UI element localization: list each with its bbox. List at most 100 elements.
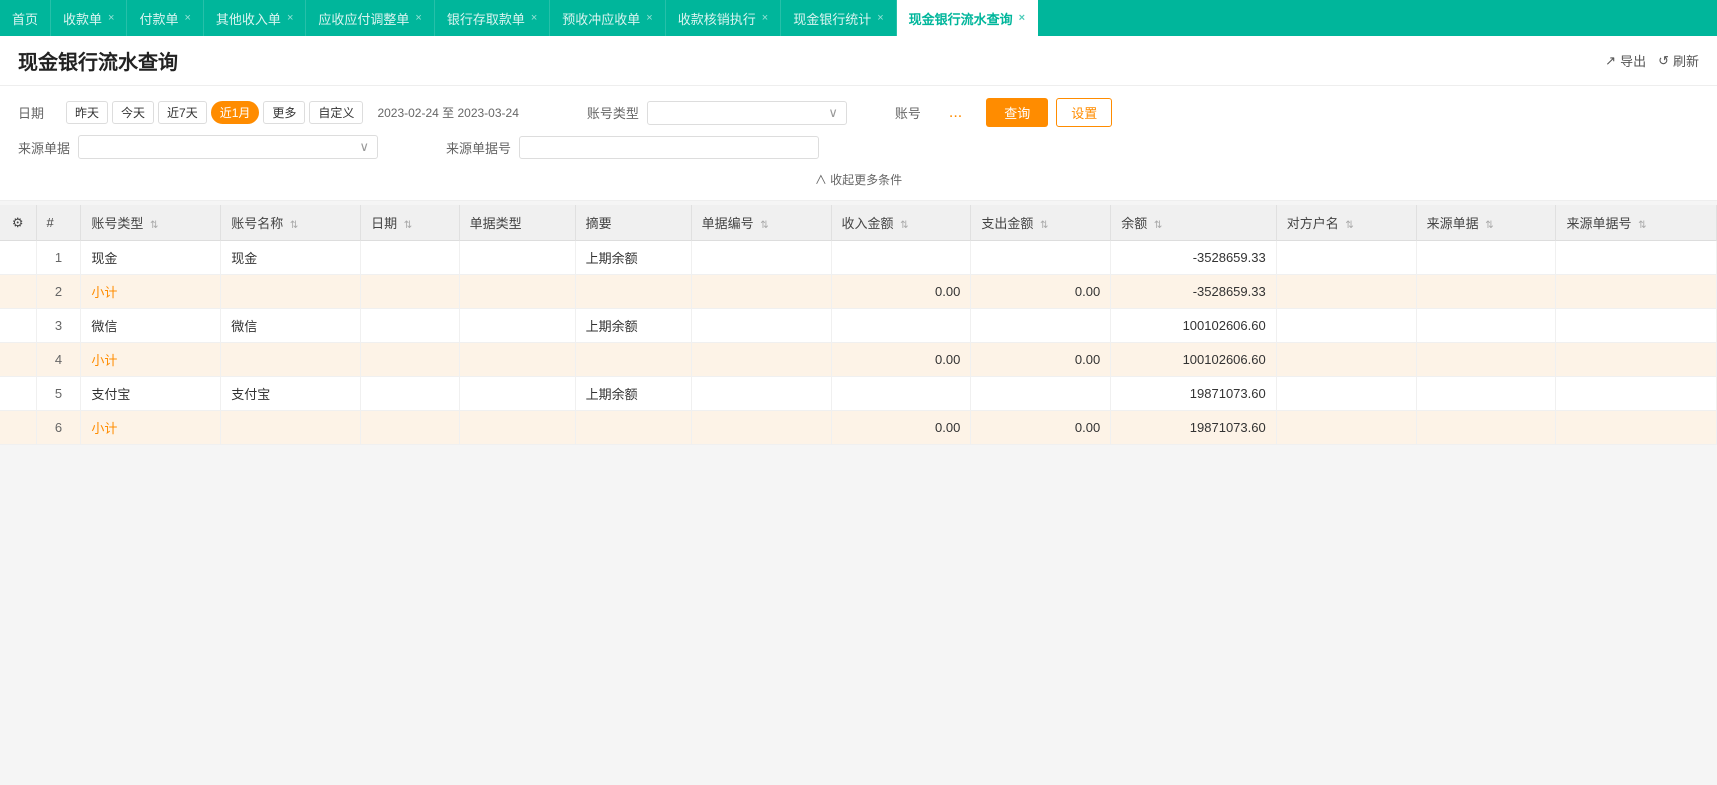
nav-tab-receipt[interactable]: 收款单 × bbox=[51, 0, 127, 36]
account-dots-button[interactable]: ... bbox=[949, 104, 962, 122]
cell-date bbox=[361, 241, 460, 275]
cell-account-type: 支付宝 bbox=[81, 377, 221, 411]
cell-doc-no bbox=[691, 377, 831, 411]
nav-tab-home[interactable]: 首页 bbox=[0, 0, 51, 36]
cell-summary: 上期余额 bbox=[575, 241, 691, 275]
column-income[interactable]: 收入金额 ⇅ bbox=[831, 205, 971, 241]
close-icon[interactable]: × bbox=[287, 12, 293, 24]
cell-income bbox=[831, 309, 971, 343]
sort-icon: ⇅ bbox=[900, 220, 908, 231]
chevron-down-icon: ∨ bbox=[828, 105, 838, 121]
sort-icon: ⇅ bbox=[1345, 220, 1353, 231]
column-counterpart[interactable]: 对方户名 ⇅ bbox=[1276, 205, 1416, 241]
cell-balance: 100102606.60 bbox=[1111, 343, 1277, 377]
close-icon[interactable]: × bbox=[415, 12, 421, 24]
column-date[interactable]: 日期 ⇅ bbox=[361, 205, 460, 241]
column-source-doc-no[interactable]: 来源单据号 ⇅ bbox=[1556, 205, 1717, 241]
cell-income: 0.00 bbox=[831, 411, 971, 445]
cell-balance: 19871073.60 bbox=[1111, 411, 1277, 445]
cell-num: 5 bbox=[36, 377, 81, 411]
cell-source-doc-no bbox=[1556, 377, 1717, 411]
cell-doc-no bbox=[691, 411, 831, 445]
nav-tab-bank-deposit[interactable]: 银行存取款单 × bbox=[435, 0, 550, 36]
data-table-container: ⚙ # 账号类型 ⇅ 账号名称 ⇅ 日期 ⇅ 单据类型 摘要 单据编号 ⇅ 收入… bbox=[0, 205, 1717, 445]
source-doc-no-label: 来源单据号 bbox=[446, 138, 511, 157]
export-button[interactable]: ↗ 导出 bbox=[1605, 51, 1646, 70]
cell-balance: 100102606.60 bbox=[1111, 309, 1277, 343]
cell-source-doc-no bbox=[1556, 343, 1717, 377]
sort-icon: ⇅ bbox=[150, 220, 158, 231]
close-icon[interactable]: × bbox=[184, 12, 190, 24]
collapse-icon: ∧ bbox=[815, 173, 827, 187]
column-gear: ⚙ bbox=[0, 205, 36, 241]
cell-expense: 0.00 bbox=[971, 411, 1111, 445]
cell-account-name: 支付宝 bbox=[221, 377, 361, 411]
table-header-row: ⚙ # 账号类型 ⇅ 账号名称 ⇅ 日期 ⇅ 单据类型 摘要 单据编号 ⇅ 收入… bbox=[0, 205, 1717, 241]
cell-expense: 0.00 bbox=[971, 275, 1111, 309]
refresh-icon: ↺ bbox=[1658, 53, 1669, 69]
gear-icon[interactable]: ⚙ bbox=[12, 215, 24, 230]
nav-tab-cashflow[interactable]: 现金银行流水查询 × bbox=[897, 0, 1038, 36]
nav-tab-stats[interactable]: 现金银行统计 × bbox=[781, 0, 896, 36]
sort-icon: ⇅ bbox=[290, 220, 298, 231]
cell-source-doc-no bbox=[1556, 309, 1717, 343]
close-icon[interactable]: × bbox=[1019, 12, 1025, 24]
cell-source-doc bbox=[1416, 411, 1556, 445]
column-source-doc[interactable]: 来源单据 ⇅ bbox=[1416, 205, 1556, 241]
cell-account-type: 小计 bbox=[81, 275, 221, 309]
cell-num: 3 bbox=[36, 309, 81, 343]
date-btn-7days[interactable]: 近7天 bbox=[158, 101, 207, 124]
column-doc-no[interactable]: 单据编号 ⇅ bbox=[691, 205, 831, 241]
date-btn-custom[interactable]: 自定义 bbox=[309, 101, 363, 124]
filter-row-source: 来源单据 ∨ 来源单据号 bbox=[18, 135, 1699, 159]
cell-doc-no bbox=[691, 343, 831, 377]
source-doc-no-input[interactable] bbox=[519, 136, 819, 159]
cell-source-doc bbox=[1416, 343, 1556, 377]
date-btn-1month[interactable]: 近1月 bbox=[211, 101, 260, 124]
date-btn-more[interactable]: 更多 bbox=[263, 101, 305, 124]
column-account-name[interactable]: 账号名称 ⇅ bbox=[221, 205, 361, 241]
cell-income: 0.00 bbox=[831, 275, 971, 309]
account-type-select[interactable]: ∨ bbox=[647, 101, 847, 125]
cell-expense bbox=[971, 241, 1111, 275]
date-range-display: 2023-02-24 至 2023-03-24 bbox=[377, 104, 518, 121]
sort-icon: ⇅ bbox=[404, 220, 412, 231]
column-balance[interactable]: 余额 ⇅ bbox=[1111, 205, 1277, 241]
column-account-type[interactable]: 账号类型 ⇅ bbox=[81, 205, 221, 241]
source-doc-select[interactable]: ∨ bbox=[78, 135, 378, 159]
cell-account-name bbox=[221, 343, 361, 377]
settings-button[interactable]: 设置 bbox=[1056, 98, 1112, 127]
cell-source-doc bbox=[1416, 309, 1556, 343]
column-expense[interactable]: 支出金额 ⇅ bbox=[971, 205, 1111, 241]
sort-icon: ⇅ bbox=[1154, 220, 1162, 231]
filter-row-date: 日期 昨天 今天 近7天 近1月 更多 自定义 2023-02-24 至 202… bbox=[18, 98, 1699, 127]
cell-date bbox=[361, 275, 460, 309]
collapse-bar[interactable]: ∧ 收起更多条件 bbox=[18, 167, 1699, 192]
close-icon[interactable]: × bbox=[762, 12, 768, 24]
sort-icon: ⇅ bbox=[1040, 220, 1048, 231]
cell-income bbox=[831, 241, 971, 275]
close-icon[interactable]: × bbox=[531, 12, 537, 24]
top-navigation: 首页 收款单 × 付款单 × 其他收入单 × 应收应付调整单 × 银行存取款单 … bbox=[0, 0, 1717, 36]
date-btn-today[interactable]: 今天 bbox=[112, 101, 154, 124]
cell-doc-no bbox=[691, 241, 831, 275]
cell-counterpart bbox=[1276, 343, 1416, 377]
table-row: 4小计0.000.00100102606.60 bbox=[0, 343, 1717, 377]
nav-tab-collection[interactable]: 收款核销执行 × bbox=[666, 0, 781, 36]
cell-source-doc bbox=[1416, 241, 1556, 275]
cell-balance: 19871073.60 bbox=[1111, 377, 1277, 411]
nav-tab-payment[interactable]: 付款单 × bbox=[127, 0, 203, 36]
close-icon[interactable]: × bbox=[646, 12, 652, 24]
nav-tab-adjustment[interactable]: 应收应付调整单 × bbox=[306, 0, 434, 36]
cell-date bbox=[361, 377, 460, 411]
cell-doc-type bbox=[459, 343, 575, 377]
filter-area: 日期 昨天 今天 近7天 近1月 更多 自定义 2023-02-24 至 202… bbox=[0, 86, 1717, 201]
cell-account-type: 小计 bbox=[81, 411, 221, 445]
nav-tab-advance[interactable]: 预收冲应收单 × bbox=[550, 0, 665, 36]
refresh-button[interactable]: ↺ 刷新 bbox=[1658, 51, 1699, 70]
nav-tab-other-income[interactable]: 其他收入单 × bbox=[204, 0, 306, 36]
date-btn-yesterday[interactable]: 昨天 bbox=[66, 101, 108, 124]
query-button[interactable]: 查询 bbox=[986, 98, 1048, 127]
close-icon[interactable]: × bbox=[877, 12, 883, 24]
close-icon[interactable]: × bbox=[108, 12, 114, 24]
